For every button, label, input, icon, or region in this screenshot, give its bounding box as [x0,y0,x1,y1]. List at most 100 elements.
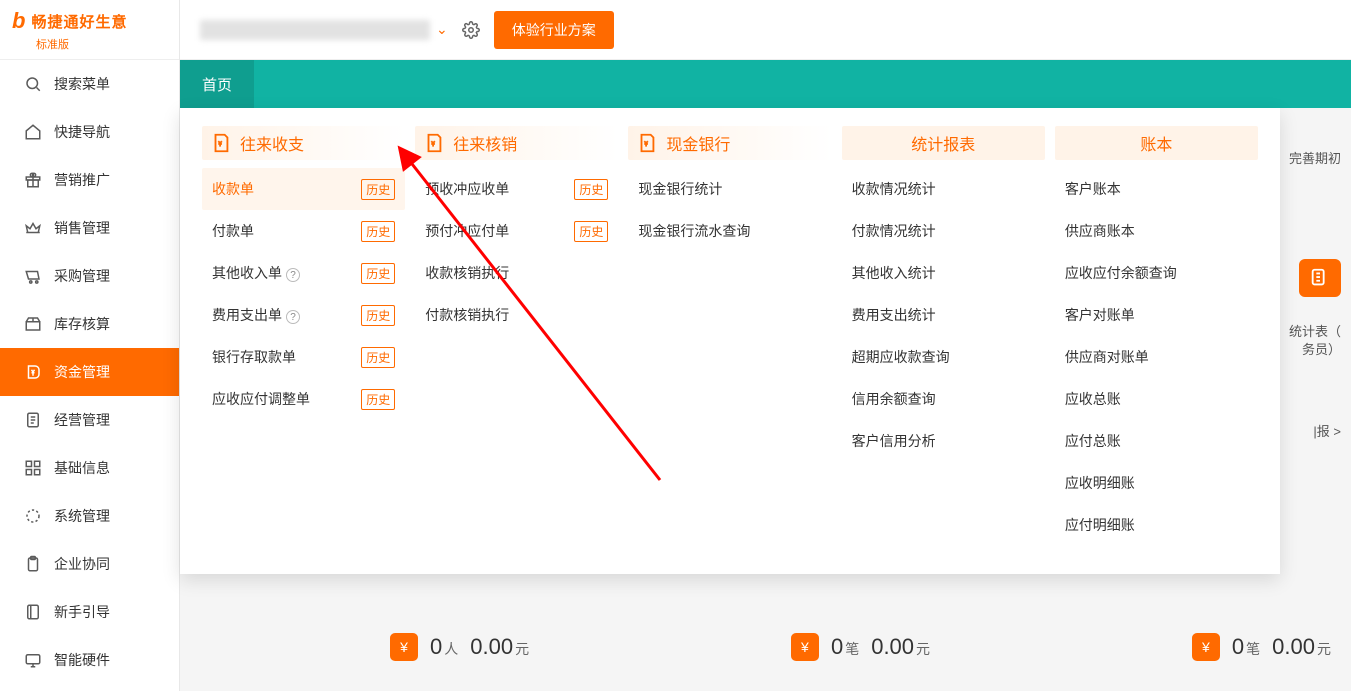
history-tag[interactable]: 历史 [574,221,608,242]
sidebar-item-11[interactable]: 新手引导 [0,588,179,636]
history-tag[interactable]: 历史 [361,221,395,242]
bg-hint-stats-line1[interactable]: 统计表（ [1289,324,1341,339]
finance-flyout: 往来收支收款单历史付款单历史其他收入单?历史费用支出单?历史银行存取款单历史应收… [180,108,1280,574]
brand-name: 畅捷通好生意 [31,11,127,32]
history-tag[interactable]: 历史 [361,179,395,200]
flyout-item-label: 客户账本 [1065,179,1121,199]
doc-template-icon[interactable] [1299,259,1341,297]
flyout-item-4-7[interactable]: 应收明细账 [1055,462,1258,504]
flyout-item-label: 收款核销执行 [425,263,509,283]
flyout-item-0-2[interactable]: 其他收入单? 历史 [202,252,405,294]
tab-home[interactable]: 首页 [180,60,254,108]
flyout-item-1-1[interactable]: 预付冲应付单历史 [415,210,618,252]
flyout-item-label: 客户信用分析 [852,431,936,451]
edition-badge: 标准版 [36,36,167,52]
sidebar-item-label: 营销推广 [54,170,110,190]
flyout-item-label: 预收冲应收单 [425,179,509,199]
industry-plan-button[interactable]: 体验行业方案 [494,11,614,49]
flyout-item-3-2[interactable]: 其他收入统计 [842,252,1045,294]
flyout-item-2-1[interactable]: 现金银行流水查询 [628,210,831,252]
flyout-item-0-0[interactable]: 收款单历史 [202,168,405,210]
help-icon[interactable]: ? [286,268,300,282]
flyout-item-1-2[interactable]: 收款核销执行 [415,252,618,294]
home-icon [24,123,42,141]
sidebar-item-1[interactable]: 快捷导航 [0,108,179,156]
org-select[interactable]: ⌄ [200,11,448,49]
clip-icon [24,555,42,573]
flyout-item-3-3[interactable]: 费用支出统计 [842,294,1045,336]
flyout-item-4-6[interactable]: 应付总账 [1055,420,1258,462]
flyout-item-label: 银行存取款单 [212,347,296,367]
flyout-item-4-8[interactable]: 应付明细账 [1055,504,1258,546]
flyout-item-1-3[interactable]: 付款核销执行 [415,294,618,336]
flyout-item-3-5[interactable]: 信用余额查询 [842,378,1045,420]
flyout-item-0-1[interactable]: 付款单历史 [202,210,405,252]
history-tag[interactable]: 历史 [361,305,395,326]
doc-icon [423,132,445,154]
org-name-blurred [200,20,430,40]
sidebar-item-9[interactable]: 系统管理 [0,492,179,540]
sidebar-item-10[interactable]: 企业协同 [0,540,179,588]
flyout-item-3-0[interactable]: 收款情况统计 [842,168,1045,210]
doc-icon [210,132,232,154]
flyout-item-3-1[interactable]: 付款情况统计 [842,210,1045,252]
crown-icon [24,219,42,237]
bg-stat-1: ¥0笔0.00元 [791,633,930,661]
stat-icon: ¥ [1192,633,1220,661]
flyout-item-4-4[interactable]: 供应商对账单 [1055,336,1258,378]
flyout-item-4-0[interactable]: 客户账本 [1055,168,1258,210]
flyout-item-1-0[interactable]: 预收冲应收单 历史 [415,168,618,210]
sidebar-item-7[interactable]: 经营管理 [0,396,179,444]
tabbar: 首页 [180,60,1351,108]
sidebar-item-label: 智能硬件 [54,650,110,670]
flyout-item-label: 付款核销执行 [425,305,509,325]
sidebar-item-5[interactable]: 库存核算 [0,300,179,348]
logo-area: b 畅捷通好生意 标准版 [0,0,179,60]
flyout-item-4-2[interactable]: 应收应付余额查询 [1055,252,1258,294]
sidebar-item-label: 搜索菜单 [54,74,110,94]
sidebar: b 畅捷通好生意 标准版 搜索菜单快捷导航营销推广销售管理采购管理库存核算资金管… [0,0,180,691]
flyout-item-label: 应收应付调整单 [212,389,310,409]
flyout-item-label: 付款情况统计 [852,221,936,241]
flyout-item-0-3[interactable]: 费用支出单?历史 [202,294,405,336]
sidebar-item-3[interactable]: 销售管理 [0,204,179,252]
history-tag[interactable]: 历史 [361,347,395,368]
gear-icon[interactable] [462,21,480,39]
box-icon [24,315,42,333]
flyout-item-label: 应收明细账 [1065,473,1135,493]
help-icon[interactable]: ? [286,310,300,324]
flyout-item-4-5[interactable]: 应收总账 [1055,378,1258,420]
flyout-item-3-4[interactable]: 超期应收款查询 [842,336,1045,378]
flyout-item-0-5[interactable]: 应收应付调整单 历史 [202,378,405,420]
flyout-item-label: 信用余额查询 [852,389,936,409]
flyout-item-4-1[interactable]: 供应商账本 [1055,210,1258,252]
bg-hint-report[interactable]: |报 > [1313,421,1341,440]
flyout-item-0-4[interactable]: 银行存取款单 历史 [202,336,405,378]
sidebar-item-0[interactable]: 搜索菜单 [0,60,179,108]
flyout-header-title: 现金银行 [666,131,730,155]
sidebar-item-label: 企业协同 [54,554,110,574]
sidebar-item-8[interactable]: 基础信息 [0,444,179,492]
flyout-item-label: 其他收入单? [212,263,300,283]
bg-stat-0: ¥0人0.00元 [390,633,529,661]
sidebar-item-4[interactable]: 采购管理 [0,252,179,300]
history-tag[interactable]: 历史 [361,263,395,284]
flyout-item-label: 应付明细账 [1065,515,1135,535]
flyout-item-2-0[interactable]: 现金银行统计 [628,168,831,210]
sidebar-item-label: 资金管理 [54,362,110,382]
history-tag[interactable]: 历史 [361,389,395,410]
flyout-item-4-3[interactable]: 客户对账单 [1055,294,1258,336]
bg-hint-setup[interactable]: 完善期初 [1289,148,1341,167]
history-tag[interactable]: 历史 [574,179,608,200]
flyout-header-title: 往来核销 [453,131,517,155]
flyout-header-1: 往来核销 [415,126,618,160]
cart-icon [24,267,42,285]
sidebar-item-2[interactable]: 营销推广 [0,156,179,204]
bg-stat-2: ¥0笔0.00元 [1192,633,1331,661]
nav: 搜索菜单快捷导航营销推广销售管理采购管理库存核算资金管理经营管理基础信息系统管理… [0,60,179,691]
flyout-header-title: 账本 [1140,131,1172,155]
sidebar-item-12[interactable]: 智能硬件 [0,636,179,684]
flyout-item-label: 收款情况统计 [852,179,936,199]
sidebar-item-6[interactable]: 资金管理 [0,348,179,396]
flyout-item-3-6[interactable]: 客户信用分析 [842,420,1045,462]
